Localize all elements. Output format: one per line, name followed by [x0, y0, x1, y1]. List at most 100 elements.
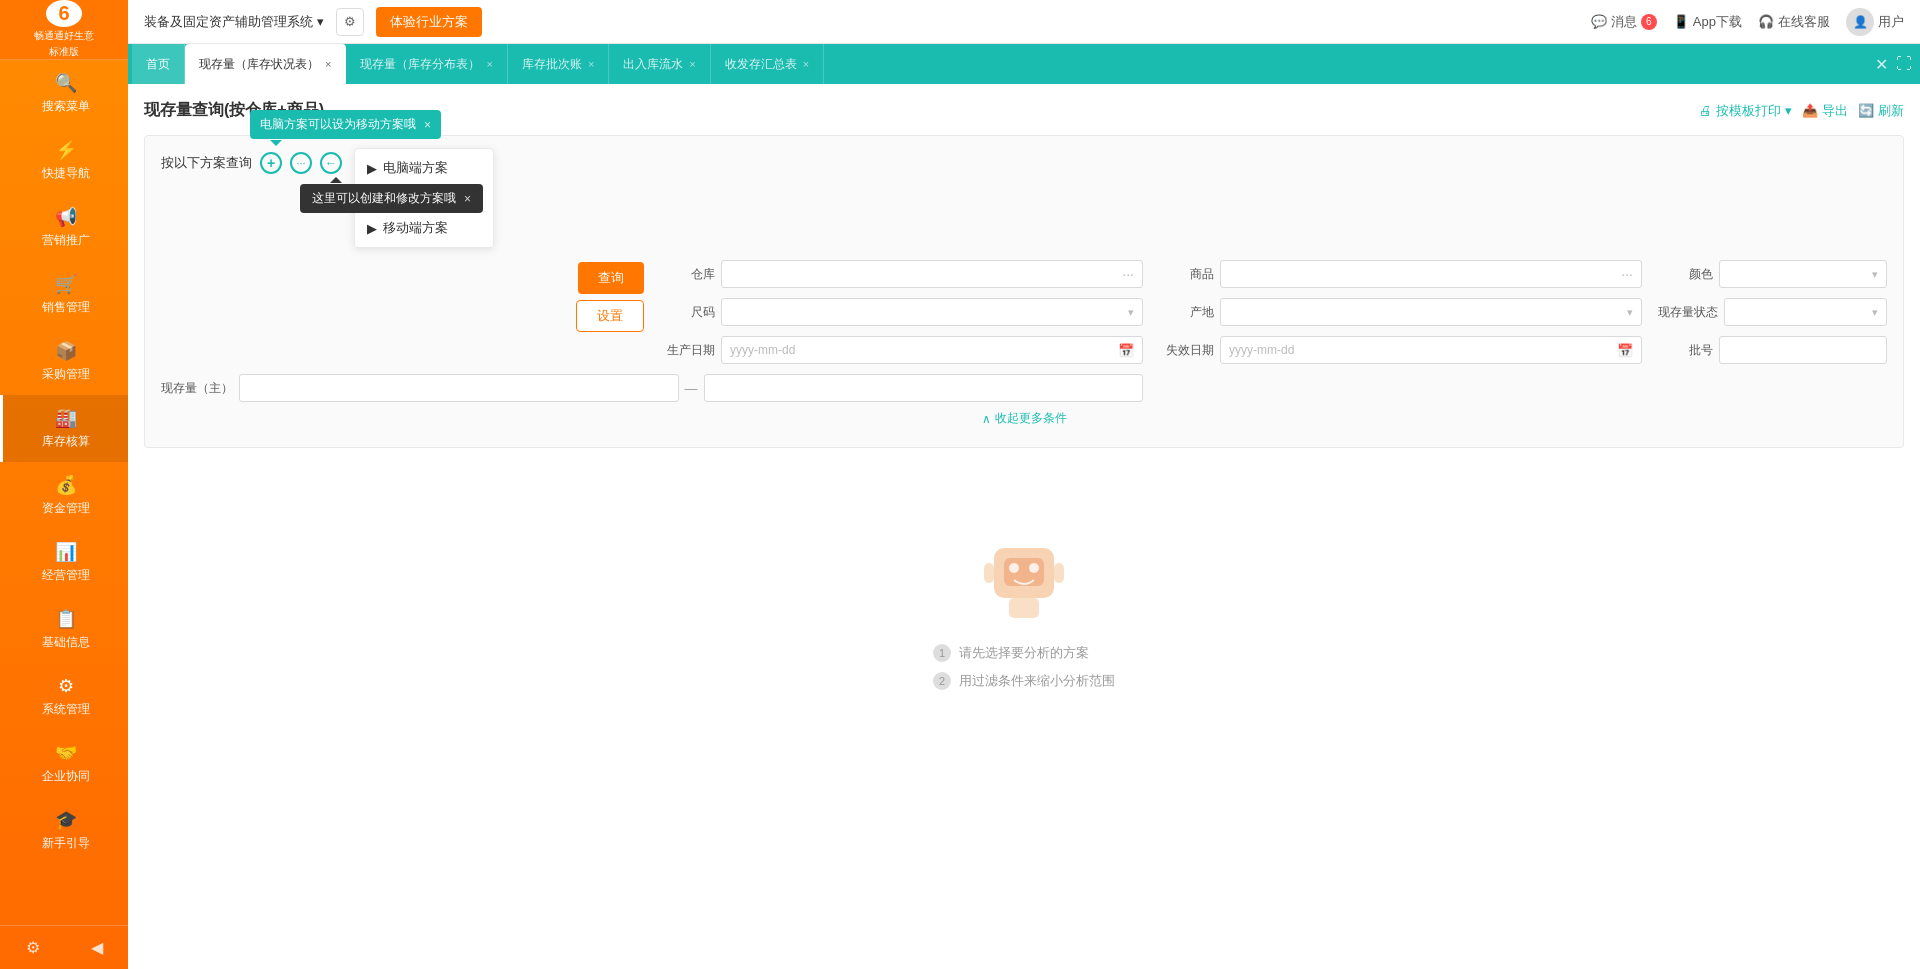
- enterprise-icon: 🤝: [55, 742, 77, 764]
- tab-close-inout-flow[interactable]: ×: [689, 58, 695, 70]
- sidebar-item-sales[interactable]: 🛒 销售管理: [0, 261, 128, 328]
- collapse-sidebar-btn[interactable]: ◀: [91, 938, 103, 957]
- stock-qty-min-input[interactable]: [239, 374, 679, 402]
- online-service-btn[interactable]: 🎧 在线客服: [1758, 13, 1830, 31]
- stock-qty-dash: —: [685, 381, 698, 396]
- finance-icon: 💰: [55, 474, 77, 496]
- size-dropdown-icon: ▾: [1128, 306, 1134, 319]
- sidebar-item-label: 经营管理: [42, 567, 90, 584]
- prod-date-placeholder: yyyy-mm-dd: [730, 343, 795, 357]
- user-label: 用户: [1878, 13, 1904, 31]
- color-select[interactable]: ▾: [1719, 260, 1887, 288]
- collapse-label: 收起更多条件: [995, 410, 1067, 427]
- pc-scheme-label: 电脑端方案: [383, 159, 448, 177]
- tab-expand-btn[interactable]: ⛶: [1896, 55, 1912, 73]
- tab-home[interactable]: 首页: [132, 44, 185, 84]
- tooltip-green-close[interactable]: ×: [424, 118, 431, 132]
- step-2-num: 2: [933, 672, 951, 690]
- expire-date-input[interactable]: yyyy-mm-dd 📅: [1220, 336, 1642, 364]
- prod-date-input[interactable]: yyyy-mm-dd 📅: [721, 336, 1143, 364]
- export-btn[interactable]: 📤 导出: [1802, 102, 1848, 120]
- sidebar-item-quick-nav[interactable]: ⚡ 快捷导航: [0, 127, 128, 194]
- system-name: 装备及固定资产辅助管理系统: [144, 13, 313, 31]
- batch-no-label: 批号: [1658, 342, 1713, 359]
- search-btn[interactable]: 查询: [578, 262, 644, 294]
- settings-bottom-btn[interactable]: ⚙: [26, 938, 40, 957]
- tab-recv-summary[interactable]: 收发存汇总表 ×: [711, 44, 824, 84]
- tab-inventory-status[interactable]: 现存量（库存状况表） ×: [185, 44, 346, 84]
- sidebar-item-operations[interactable]: 📊 经营管理: [0, 529, 128, 596]
- reset-btn[interactable]: 设置: [576, 300, 644, 332]
- logo-subtext: 标准版: [49, 45, 79, 59]
- stock-status-select[interactable]: ▾: [1724, 298, 1887, 326]
- expire-date-calendar-icon: 📅: [1617, 343, 1633, 358]
- sidebar-item-label: 企业协同: [42, 768, 90, 785]
- message-icon: 💬: [1591, 14, 1607, 29]
- svg-rect-1: [1004, 558, 1044, 586]
- refresh-label: 刷新: [1878, 102, 1904, 120]
- main-area: 装备及固定资产辅助管理系统 ▾ ⚙ 体验行业方案 💬 消息 6 📱 App下载 …: [128, 0, 1920, 969]
- add-scheme-wrap: + 电脑方案可以设为移动方案哦 ×: [260, 152, 282, 174]
- sidebar-item-finance[interactable]: 💰 资金管理: [0, 462, 128, 529]
- pc-scheme-item[interactable]: ▶ 电脑端方案: [355, 153, 493, 183]
- sidebar-item-purchase[interactable]: 📦 采购管理: [0, 328, 128, 395]
- filter-fields: 仓库 ··· 商品 ··· 颜色: [161, 260, 1887, 402]
- base-info-icon: 📋: [55, 608, 77, 630]
- tab-close-recv-summary[interactable]: ×: [803, 58, 809, 70]
- size-select[interactable]: ▾: [721, 298, 1143, 326]
- sidebar-item-guide[interactable]: 🎓 新手引导: [0, 797, 128, 864]
- sidebar-item-enterprise[interactable]: 🤝 企业协同: [0, 730, 128, 797]
- template-print-label: 按模板打印: [1716, 102, 1781, 120]
- step-1-num: 1: [933, 644, 951, 662]
- sidebar-item-marketing[interactable]: 📢 营销推广: [0, 194, 128, 261]
- size-label: 尺码: [660, 304, 715, 321]
- logo-text: 畅通通好生意: [34, 29, 94, 43]
- tab-inventory-dist[interactable]: 现存量（库存分布表） ×: [346, 44, 507, 84]
- prod-date-field-row: 生产日期 yyyy-mm-dd 📅: [660, 336, 1143, 364]
- user-btn[interactable]: 👤 用户: [1846, 8, 1904, 36]
- mobile-scheme-arrow: ▶: [367, 221, 377, 236]
- template-print-btn[interactable]: 🖨 按模板打印 ▾: [1699, 102, 1792, 120]
- color-field-row: 颜色 ▾: [1658, 260, 1887, 288]
- warehouse-select[interactable]: ···: [721, 260, 1143, 288]
- message-btn[interactable]: 💬 消息 6: [1591, 13, 1657, 31]
- service-icon: 🎧: [1758, 14, 1774, 29]
- tooltip-dark-close[interactable]: ×: [464, 192, 471, 206]
- app-download-btn[interactable]: 📱 App下载: [1673, 13, 1742, 31]
- origin-field-row: 产地 ▾: [1159, 298, 1642, 326]
- system-selector[interactable]: 装备及固定资产辅助管理系统 ▾: [144, 13, 324, 31]
- tab-batch-account[interactable]: 库存批次账 ×: [508, 44, 609, 84]
- app-label: App下载: [1693, 13, 1742, 31]
- topbar: 装备及固定资产辅助管理系统 ▾ ⚙ 体验行业方案 💬 消息 6 📱 App下载 …: [128, 0, 1920, 44]
- industry-plan-btn[interactable]: 体验行业方案: [376, 7, 482, 37]
- collapse-row[interactable]: ∧ 收起更多条件: [161, 402, 1887, 435]
- goods-label: 商品: [1159, 266, 1214, 283]
- origin-select[interactable]: ▾: [1220, 298, 1642, 326]
- goods-select[interactable]: ···: [1220, 260, 1642, 288]
- color-label: 颜色: [1658, 266, 1713, 283]
- purchase-icon: 📦: [55, 340, 77, 362]
- refresh-btn[interactable]: 🔄 刷新: [1858, 102, 1904, 120]
- tab-close-inventory-dist[interactable]: ×: [486, 58, 492, 70]
- sidebar-item-inventory[interactable]: 🏭 库存核算: [0, 395, 128, 462]
- mobile-scheme-label: 移动端方案: [383, 219, 448, 237]
- tooltip-green-text: 电脑方案可以设为移动方案哦: [260, 116, 416, 133]
- back-scheme-tooltip: 这里可以创建和修改方案哦 ×: [300, 184, 483, 213]
- sidebar-item-label: 快捷导航: [42, 165, 90, 182]
- sidebar-item-base-info[interactable]: 📋 基础信息: [0, 596, 128, 663]
- back-scheme-btn[interactable]: ←: [320, 152, 342, 174]
- inventory-icon: 🏭: [55, 407, 77, 429]
- more-schemes-btn[interactable]: ···: [290, 152, 312, 174]
- sidebar-item-search[interactable]: 🔍 搜索菜单: [0, 60, 128, 127]
- add-scheme-btn[interactable]: +: [260, 152, 282, 174]
- settings-gear-btn[interactable]: ⚙: [336, 8, 364, 36]
- stock-qty-max-input[interactable]: [704, 374, 1144, 402]
- tab-close-batch-account[interactable]: ×: [588, 58, 594, 70]
- tab-inout-flow[interactable]: 出入库流水 ×: [609, 44, 710, 84]
- mobile-scheme-item[interactable]: ▶ 移动端方案: [355, 213, 493, 243]
- tab-close-inventory-status[interactable]: ×: [325, 58, 331, 70]
- tab-minimize-btn[interactable]: ✕: [1875, 55, 1888, 74]
- sidebar-item-system[interactable]: ⚙ 系统管理: [0, 663, 128, 730]
- batch-no-input[interactable]: [1719, 336, 1887, 364]
- tooltip-dark-text: 这里可以创建和修改方案哦: [312, 190, 456, 207]
